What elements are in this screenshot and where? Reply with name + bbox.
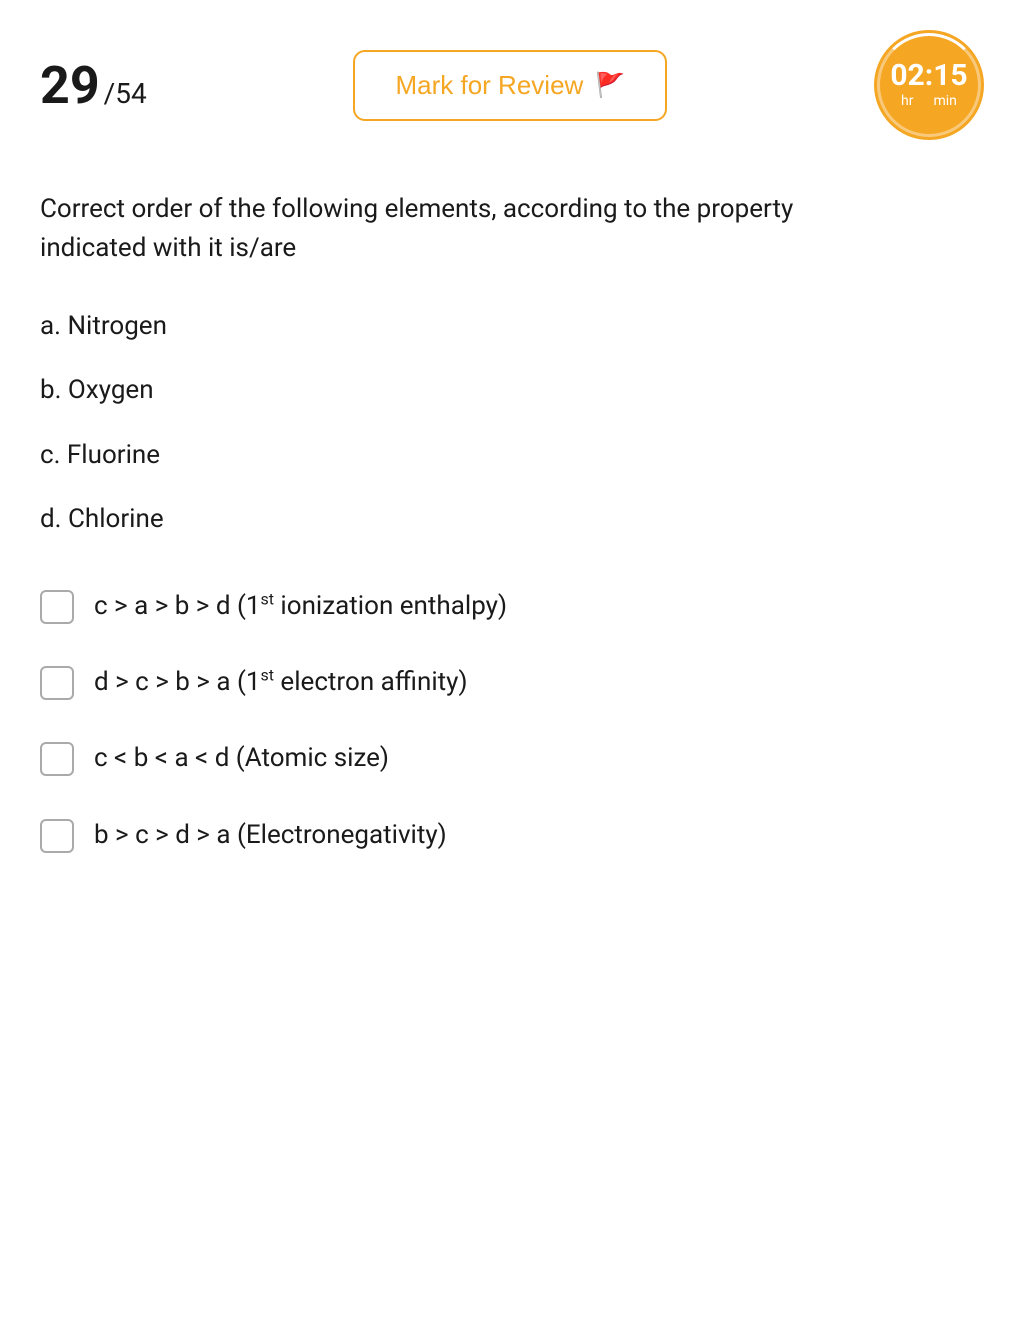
timer-display: 02:15 (890, 61, 967, 91)
question-text: Correct order of the following elements,… (40, 190, 860, 268)
option-4[interactable]: b > c > d > a (Electronegativity) (40, 817, 984, 853)
timer-minutes: 15 (933, 58, 967, 93)
mark-for-review-button[interactable]: Mark for Review 🚩 (353, 50, 667, 121)
option-4-text: b > c > d > a (Electronegativity) (94, 817, 447, 853)
option-3-text: c < b < a < d (Atomic size) (94, 740, 389, 776)
timer-hours: 02 (890, 58, 924, 93)
elements-list: a. Nitrogen b. Oxygen c. Fluorine d. Chl… (40, 308, 984, 538)
checkbox-2[interactable] (40, 666, 74, 700)
option-1-text: c > a > b > d (1st ionization enthalpy) (94, 588, 507, 624)
checkbox-4[interactable] (40, 819, 74, 853)
list-item: c. Fluorine (40, 437, 984, 473)
checkbox-1[interactable] (40, 590, 74, 624)
option-2[interactable]: d > c > b > a (1st electron affinity) (40, 664, 984, 700)
hr-label: hr (901, 93, 913, 109)
question-number: 29 (40, 55, 100, 116)
page-header: 29 /54 Mark for Review 🚩 02:15 hr min (40, 30, 984, 140)
option-1[interactable]: c > a > b > d (1st ionization enthalpy) (40, 588, 984, 624)
option-2-text: d > c > b > a (1st electron affinity) (94, 664, 468, 700)
flag-icon: 🚩 (595, 71, 625, 100)
list-item: b. Oxygen (40, 372, 984, 408)
question-number-container: 29 /54 (40, 55, 147, 116)
list-item: d. Chlorine (40, 501, 984, 537)
checkbox-3[interactable] (40, 742, 74, 776)
min-label: min (934, 93, 957, 109)
mark-review-label: Mark for Review (395, 70, 583, 101)
timer-circle: 02:15 hr min (874, 30, 984, 140)
timer-labels: hr min (901, 93, 957, 109)
list-item: a. Nitrogen (40, 308, 984, 344)
options-list: c > a > b > d (1st ionization enthalpy) … (40, 588, 984, 854)
option-3[interactable]: c < b < a < d (Atomic size) (40, 740, 984, 776)
question-total: /54 (104, 77, 147, 110)
